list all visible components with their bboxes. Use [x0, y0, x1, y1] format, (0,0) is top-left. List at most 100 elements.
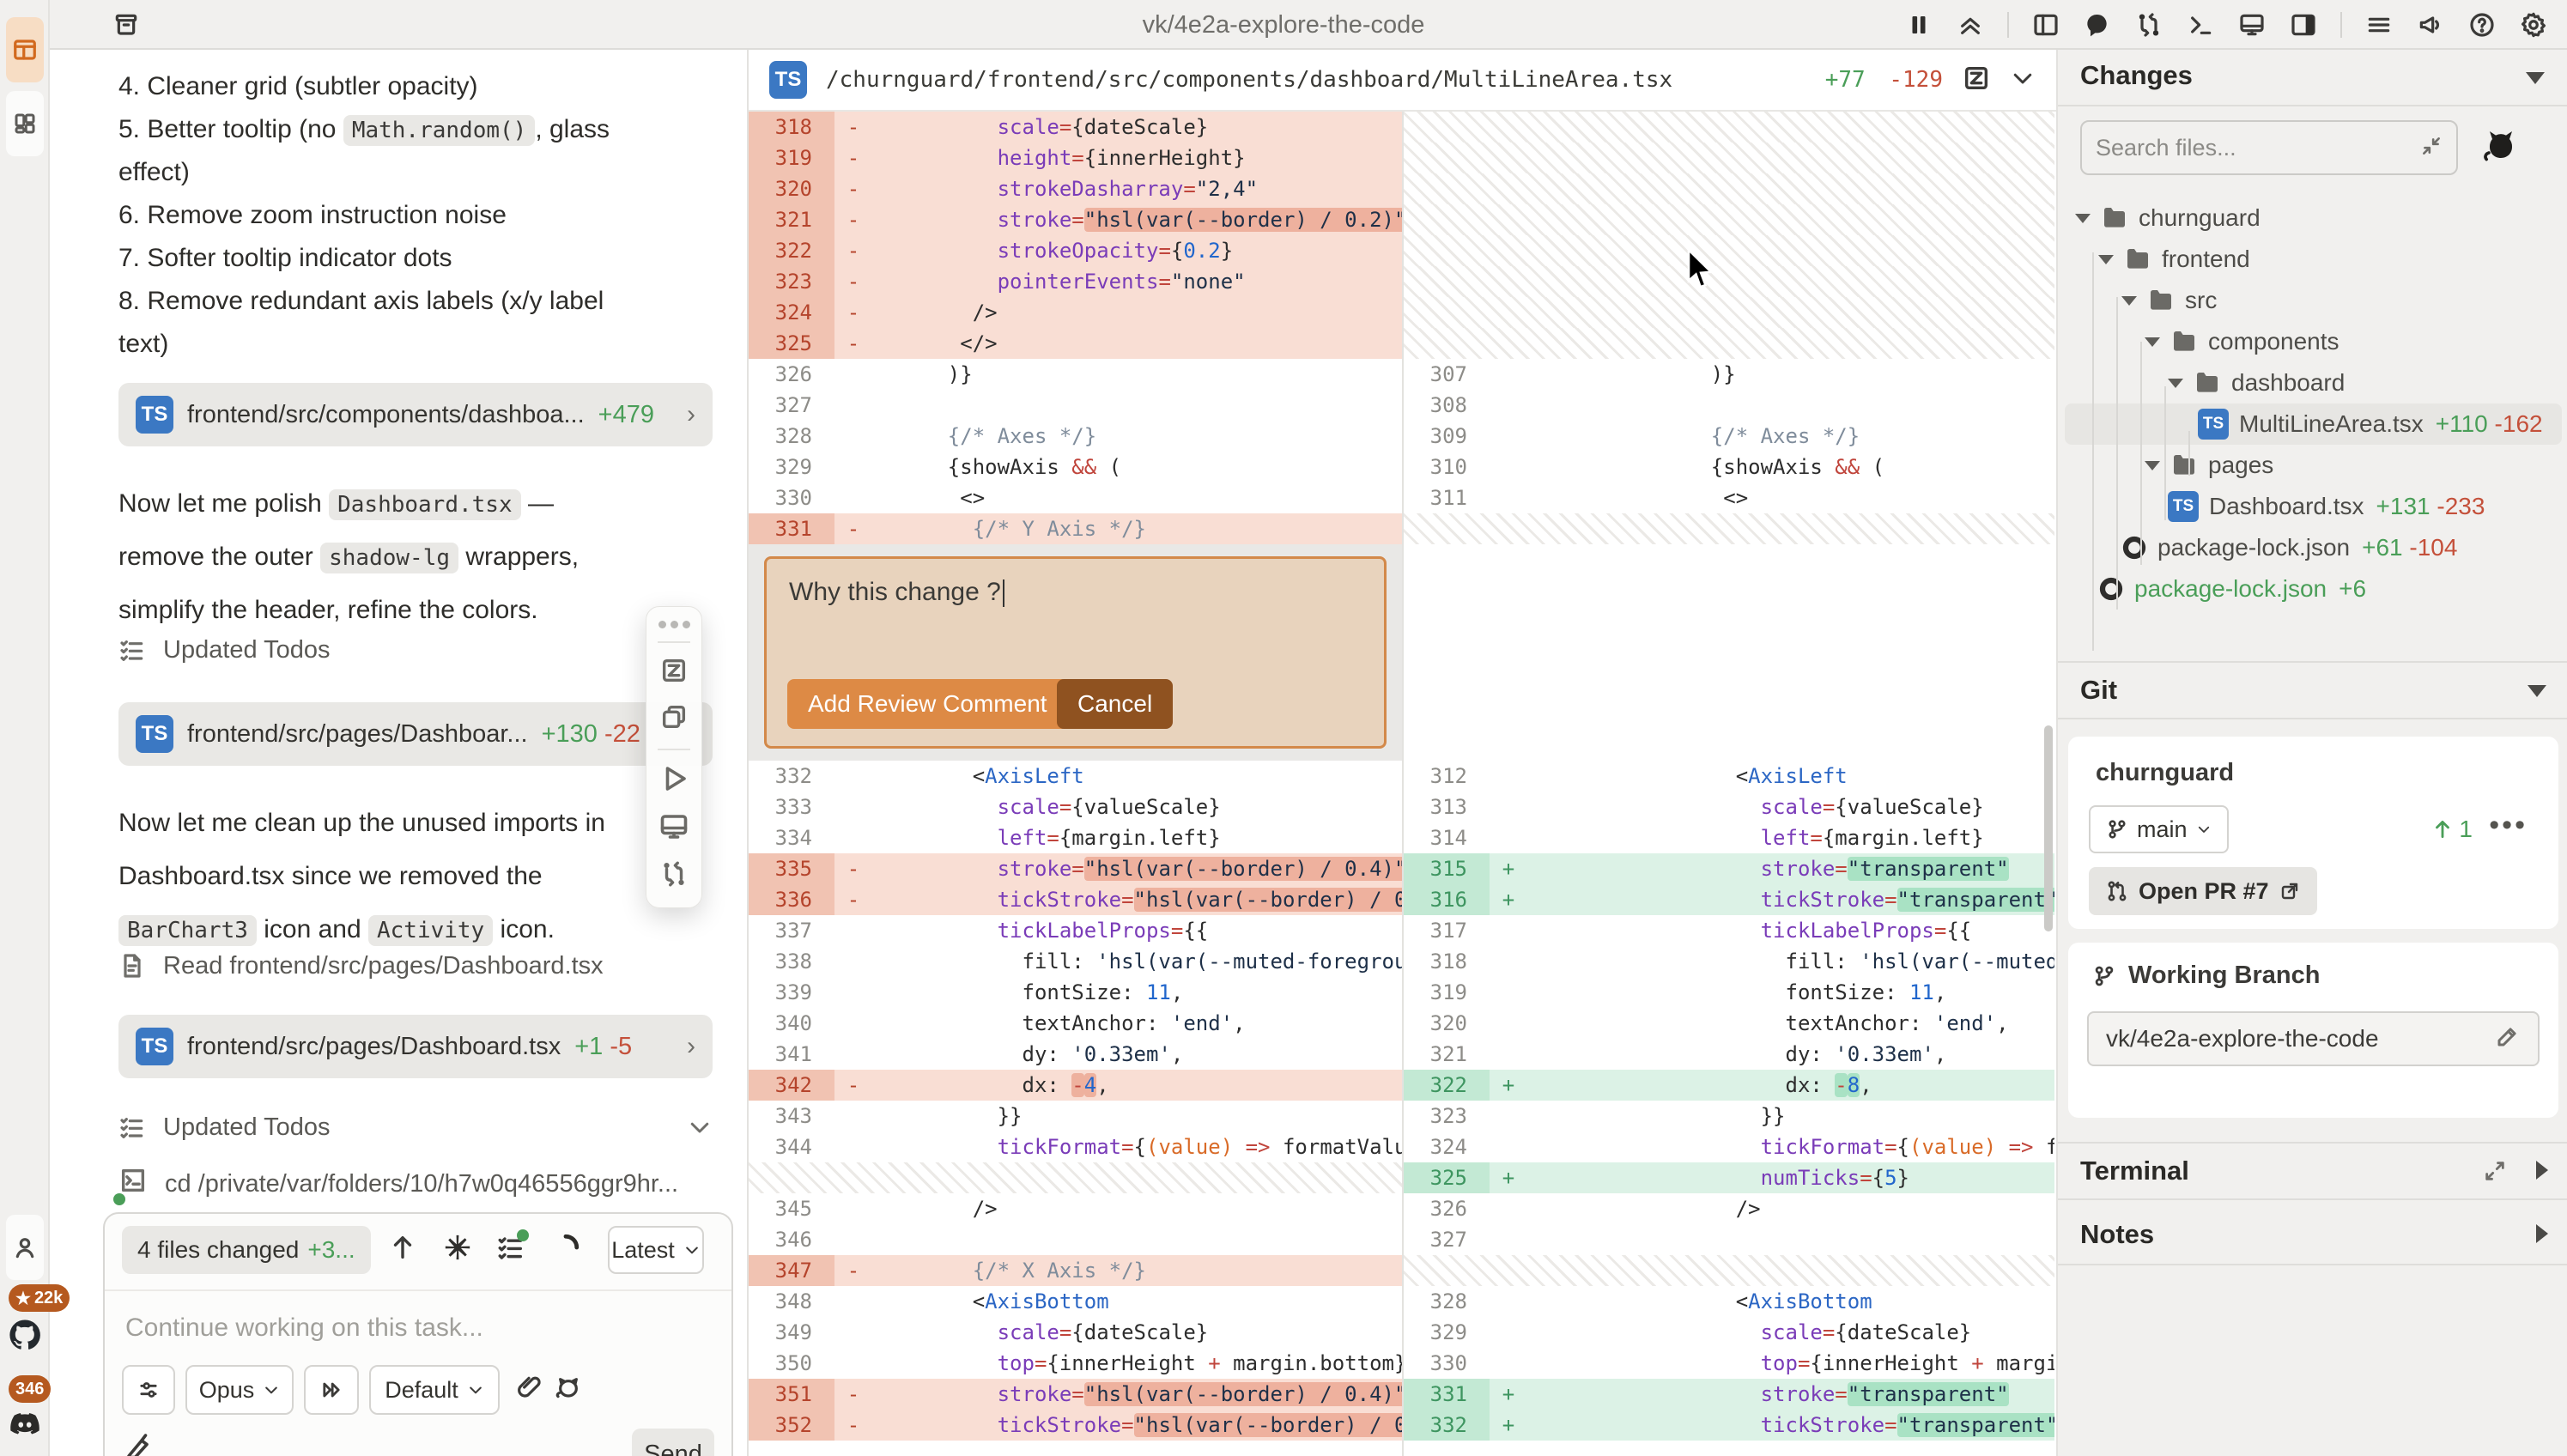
todos-row[interactable]: Updated Todos [118, 1109, 713, 1145]
diff-row[interactable]: 309 {/* Axes */} [1404, 421, 2054, 452]
review-comment-box[interactable]: Why this change ? Add Review CommentCance… [764, 556, 1387, 749]
diff-row[interactable]: 320 textAnchor: 'end', [1404, 1008, 2054, 1039]
cancel-button[interactable]: Cancel [1057, 679, 1173, 729]
diff-row[interactable]: 347- {/* X Axis */} [749, 1255, 1402, 1286]
todos-row[interactable]: Updated Todos [118, 632, 713, 668]
scrollbar-thumb[interactable] [2044, 725, 2053, 931]
diff-row[interactable]: 327 [749, 390, 1402, 421]
diff-row[interactable]: 348 <AxisBottom [749, 1286, 1402, 1317]
collapse-tree-icon[interactable] [2420, 135, 2443, 161]
diff-row[interactable]: 334 left={margin.left} [749, 822, 1402, 853]
send-button[interactable]: Send [632, 1429, 714, 1456]
diff-row[interactable]: 349 scale={dateScale} [749, 1317, 1402, 1348]
tree-item-pages[interactable]: pages [2058, 445, 2567, 486]
tree-item-dashboard-tsx[interactable]: TSDashboard.tsx+131 -233 [2058, 486, 2567, 527]
play-icon[interactable] [658, 763, 689, 798]
diff-row[interactable]: 339 fontSize: 11, [749, 977, 1402, 1008]
tree-item-dashboard[interactable]: dashboard [2058, 362, 2567, 403]
diff-row[interactable]: 336- tickStroke="hsl(var(--border) / 0.4… [749, 884, 1402, 915]
monitor-icon[interactable] [2237, 10, 2267, 39]
diff-row[interactable]: 322+ dx: -8, [1404, 1070, 2054, 1101]
diff-row[interactable]: 337 tickLabelProps={{ [749, 915, 1402, 946]
changes-section-header[interactable]: Changes [2058, 50, 2567, 106]
account-button[interactable] [6, 1215, 44, 1280]
help-icon[interactable] [2467, 10, 2497, 39]
diff-row[interactable]: 351- stroke="hsl(var(--border) / 0.4)" [749, 1379, 1402, 1410]
diff-row[interactable]: 341 dy: '0.33em', [749, 1039, 1402, 1070]
discord-button[interactable] [6, 1394, 44, 1456]
diff-row[interactable]: 332+ tickStroke="transparent" [1404, 1410, 2054, 1441]
diff-row[interactable]: 312 <AxisLeft [1404, 761, 2054, 792]
model-dropdown[interactable]: Opus [185, 1365, 294, 1415]
read-file-row[interactable]: Read frontend/src/pages/Dashboard.tsx [118, 948, 713, 984]
diff-row[interactable]: 325- </> [749, 328, 1402, 359]
diff-row[interactable]: 350 top={innerHeight + margin.bottom} [749, 1348, 1402, 1379]
push-ahead-indicator[interactable]: 1 [2431, 816, 2473, 843]
diff-row[interactable]: 311 <> [1404, 482, 2054, 513]
diff-row[interactable]: 324- /> [749, 297, 1402, 328]
latest-dropdown[interactable]: Latest [608, 1226, 704, 1274]
tree-item-churnguard[interactable]: churnguard [2058, 197, 2567, 239]
search-input[interactable]: Search files... [2080, 120, 2458, 175]
expand-icon[interactable] [2483, 1159, 2507, 1187]
fast-forward-button[interactable] [304, 1365, 359, 1415]
diff-row[interactable]: 310 {showAxis && ( [1404, 452, 2054, 482]
file-change-chip[interactable]: TSfrontend/src/components/dashboa...+479… [118, 383, 713, 446]
diff-row[interactable]: 323 }} [1404, 1101, 2054, 1131]
terminal-icon[interactable] [2186, 10, 2215, 39]
review-comment-input[interactable]: Why this change ? [789, 578, 1004, 607]
diff-row[interactable]: 340 textAnchor: 'end', [749, 1008, 1402, 1039]
cat-icon[interactable] [2480, 125, 2521, 171]
quill-pen-icon[interactable] [124, 1430, 155, 1456]
mode-dropdown[interactable]: Default [369, 1365, 500, 1415]
working-branch-input[interactable]: vk/4e2a-explore-the-code [2087, 1011, 2540, 1066]
diff-row[interactable]: 325+ numTicks={5} [1404, 1162, 2054, 1193]
diff-row[interactable]: 324 tickFormat={(value) => formatValue [1404, 1131, 2054, 1162]
git-compare-icon[interactable] [2134, 10, 2163, 39]
diff-row[interactable]: 344 tickFormat={(value) => formatValue [749, 1131, 1402, 1162]
diff-row[interactable]: 329 scale={dateScale} [1404, 1317, 2054, 1348]
git-compare-icon[interactable] [659, 859, 689, 893]
tree-item-src[interactable]: src [2058, 280, 2567, 321]
diff-row[interactable]: 317 tickLabelProps={{ [1404, 915, 2054, 946]
diff-row[interactable]: 342- dx: -4, [749, 1070, 1402, 1101]
tree-item-frontend[interactable]: frontend [2058, 239, 2567, 280]
chat-bubble-icon[interactable] [2083, 10, 2112, 39]
file-change-chip[interactable]: TSfrontend/src/pages/Dashboar...+130 -22 [118, 702, 713, 766]
diff-row[interactable]: 318 fill: 'hsl(var(--muted-foreground' [1404, 946, 2054, 977]
menu-icon[interactable] [2364, 10, 2394, 39]
cat-icon[interactable] [555, 1374, 582, 1405]
monitor-icon[interactable] [658, 811, 689, 846]
diff-row[interactable]: 331+ stroke="transparent" [1404, 1379, 2054, 1410]
diff-row[interactable]: 335- stroke="hsl(var(--border) / 0.4)" [749, 853, 1402, 884]
notes-section-header[interactable]: Notes [2058, 1207, 2567, 1265]
diff-row[interactable]: 318- scale={dateScale} [749, 112, 1402, 143]
terminal-section-header[interactable]: Terminal [2058, 1142, 2567, 1200]
file-change-chip[interactable]: TSfrontend/src/pages/Dashboard.tsx+1 -5› [118, 1015, 713, 1078]
diff-row[interactable]: 307 )} [1404, 359, 2054, 390]
diff-row[interactable]: 329 {showAxis && ( [749, 452, 1402, 482]
add-review-comment-button[interactable]: Add Review Comment [787, 679, 1068, 729]
diff-row[interactable]: 321 dy: '0.33em', [1404, 1039, 2054, 1070]
diff-row[interactable]: 326 )} [749, 359, 1402, 390]
diff-row[interactable]: 323- pointerEvents="none" [749, 266, 1402, 297]
files-changed-chip[interactable]: 4 files changed +3... [122, 1226, 371, 1274]
chevron-down-icon[interactable] [2010, 65, 2036, 95]
diff-row[interactable]: 327 [1404, 1224, 2054, 1255]
tree-item-package-lock-json[interactable]: package-lock.json+61 -104 [2058, 527, 2567, 568]
diff-row[interactable]: 331- {/* Y Axis */} [749, 513, 1402, 544]
diff-row[interactable]: 322- strokeOpacity={0.2} [749, 235, 1402, 266]
sidebar-item-board[interactable] [6, 91, 44, 156]
diff-row[interactable]: 346 [749, 1224, 1402, 1255]
diff-row[interactable]: 326 /> [1404, 1193, 2054, 1224]
diff-row[interactable]: 343 }} [749, 1101, 1402, 1131]
editor-diff-icon[interactable] [659, 656, 689, 689]
scroll-up-icon[interactable] [388, 1233, 417, 1266]
panel-right-icon[interactable] [2289, 10, 2318, 39]
diff-row[interactable]: 316+ tickStroke="transparent" [1404, 884, 2054, 915]
branch-dropdown[interactable]: main [2089, 805, 2229, 853]
diff-row[interactable]: 333 scale={valueScale} [749, 792, 1402, 822]
diff-mode-icon[interactable] [1962, 64, 1991, 97]
open-pr-button[interactable]: Open PR #7 [2089, 867, 2317, 915]
spark-icon[interactable] [443, 1233, 472, 1266]
